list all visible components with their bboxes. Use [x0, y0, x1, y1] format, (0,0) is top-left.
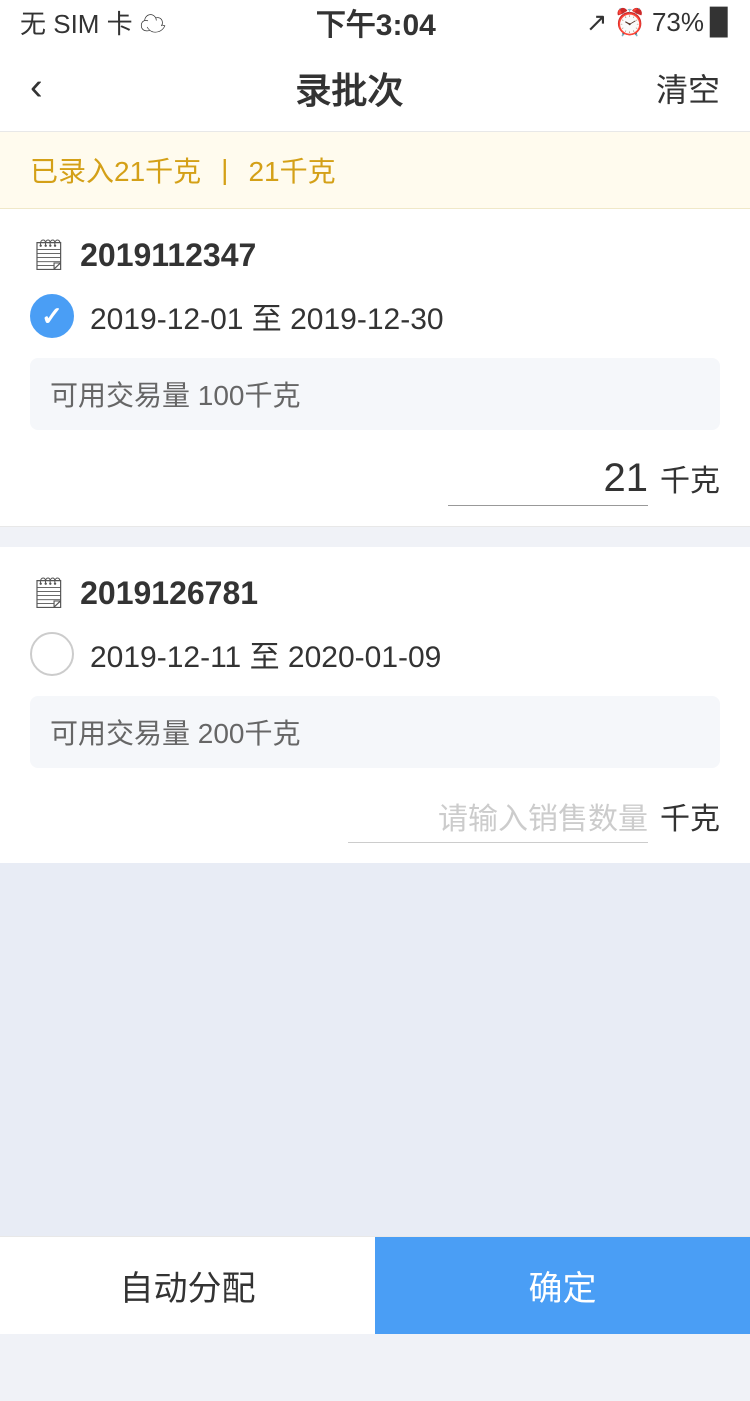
- confirm-button[interactable]: 确定: [375, 1237, 750, 1334]
- batch-1-quantity-value: 21: [604, 456, 649, 500]
- status-right: ↗ ⏰ 73% ▉: [586, 7, 730, 38]
- back-button[interactable]: ‹: [30, 66, 43, 109]
- batch-2-input-placeholder[interactable]: 请输入销售数量: [348, 794, 648, 843]
- batch-1-quantity-unit: 千克: [660, 456, 720, 500]
- batch-1-quantity-underline: 21: [448, 456, 648, 506]
- status-time: 下午3:04: [316, 0, 436, 44]
- batch-2-number: 2019126781: [80, 575, 258, 612]
- summary-divider: |: [221, 154, 228, 186]
- batch-1-icon: 🗒: [30, 238, 68, 273]
- batch-1-header: 🗒 2019112347: [0, 209, 750, 284]
- batch-card-1: 🗒 2019112347 2019-12-01 至 2019-12-30 可用交…: [0, 209, 750, 527]
- batch-1-radio[interactable]: [30, 294, 74, 338]
- status-left: 无 SIM 卡 ☁: [20, 4, 166, 41]
- batch-2-icon: 🗒: [30, 576, 68, 611]
- summary-bar: 已录入21千克 | 21千克: [0, 132, 750, 209]
- batch-1-date: 2019-12-01 至 2019-12-30: [90, 294, 444, 338]
- status-bar: 无 SIM 卡 ☁ 下午3:04 ↗ ⏰ 73% ▉: [0, 0, 750, 44]
- page-title: 录批次: [295, 62, 403, 114]
- batch-card-2: 🗒 2019126781 2019-12-11 至 2020-01-09 可用交…: [0, 547, 750, 863]
- battery-text: 73%: [652, 7, 704, 38]
- battery-icon: ▉: [710, 7, 730, 38]
- summary-value: 21千克: [248, 150, 335, 190]
- recorded-label: 已录入21千克: [30, 150, 201, 190]
- card-separator-1: [0, 527, 750, 547]
- batch-2-header: 🗒 2019126781: [0, 547, 750, 622]
- nav-bar: ‹ 录批次 清空: [0, 44, 750, 132]
- batch-2-date-row[interactable]: 2019-12-11 至 2020-01-09: [0, 622, 750, 686]
- batch-1-date-row[interactable]: 2019-12-01 至 2019-12-30: [0, 284, 750, 348]
- batch-2-available: 可用交易量 200千克: [30, 696, 720, 768]
- batch-2-input-row[interactable]: 请输入销售数量 千克: [0, 784, 750, 863]
- batch-2-input-unit: 千克: [660, 794, 720, 838]
- bottom-bar: 自动分配 确定: [0, 1236, 750, 1334]
- location-icon: ↗: [586, 7, 608, 38]
- batch-1-quantity-row: 21 千克: [0, 446, 750, 527]
- batch-1-number: 2019112347: [80, 237, 256, 274]
- auto-distribute-button[interactable]: 自动分配: [0, 1237, 375, 1334]
- clear-button[interactable]: 清空: [656, 65, 720, 111]
- alarm-icon: ⏰: [614, 7, 646, 38]
- content-area: 🗒 2019112347 2019-12-01 至 2019-12-30 可用交…: [0, 209, 750, 1401]
- batch-2-radio[interactable]: [30, 632, 74, 676]
- no-sim-text: 无 SIM 卡 ☁: [20, 4, 166, 41]
- batch-1-available: 可用交易量 100千克: [30, 358, 720, 430]
- batch-2-date: 2019-12-11 至 2020-01-09: [90, 632, 441, 676]
